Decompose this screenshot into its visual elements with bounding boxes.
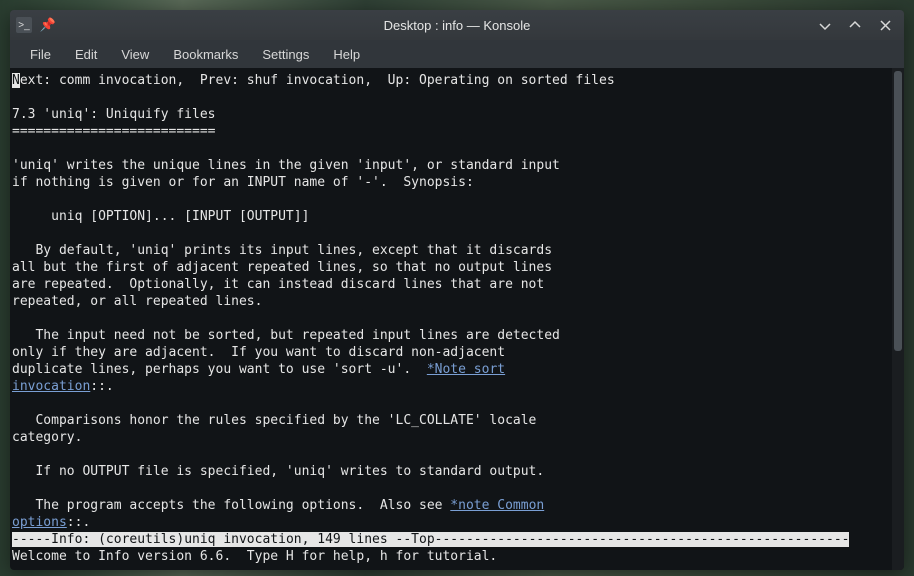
para-line: are repeated. Optionally, it can instead… [12, 277, 544, 292]
info-welcome-line: Welcome to Info version 6.6. Type H for … [12, 549, 497, 564]
menu-bookmarks[interactable]: Bookmarks [163, 43, 248, 66]
app-icon: >_ [16, 17, 32, 33]
maximize-button[interactable] [846, 16, 864, 34]
info-link-sort[interactable]: invocation [12, 379, 90, 394]
para-line: Comparisons honor the rules specified by… [12, 413, 536, 428]
info-link-common[interactable]: options [12, 515, 67, 530]
menubar: File Edit View Bookmarks Settings Help [10, 40, 904, 68]
para-line: By default, 'uniq' prints its input line… [12, 243, 552, 258]
cursor: N [12, 73, 20, 88]
window-title: Desktop : info — Konsole [384, 18, 531, 33]
menu-settings[interactable]: Settings [252, 43, 319, 66]
para-line: if nothing is given or for an INPUT name… [12, 175, 474, 190]
synopsis-line: uniq [OPTION]... [INPUT [OUTPUT]] [12, 209, 309, 224]
section-heading: 7.3 'uniq': Uniquify files [12, 107, 216, 122]
para-line: all but the first of adjacent repeated l… [12, 260, 552, 275]
minimize-button[interactable] [816, 16, 834, 34]
para-line: duplicate lines, perhaps you want to use… [12, 362, 427, 377]
section-underline: ========================== [12, 124, 216, 139]
para-line: only if they are adjacent. If you want t… [12, 345, 505, 360]
menu-file[interactable]: File [20, 43, 61, 66]
info-link-sort[interactable]: *Note sort [427, 362, 505, 377]
close-button[interactable] [876, 16, 894, 34]
para-line: repeated, or all repeated lines. [12, 294, 262, 309]
menu-help[interactable]: Help [323, 43, 370, 66]
konsole-window: >_ 📌 Desktop : info — Konsole File Edit … [10, 10, 904, 570]
info-status-line: -----Info: (coreutils)uniq invocation, 1… [12, 532, 849, 547]
titlebar[interactable]: >_ 📌 Desktop : info — Konsole [10, 10, 904, 40]
menu-edit[interactable]: Edit [65, 43, 107, 66]
scrollbar-thumb[interactable] [894, 71, 902, 351]
scrollbar[interactable] [892, 68, 904, 570]
pin-icon[interactable]: 📌 [40, 17, 56, 33]
info-link-common[interactable]: *note Common [450, 498, 544, 513]
nav-line: ext: comm invocation, Prev: shuf invocat… [20, 73, 615, 88]
terminal-content[interactable]: Next: comm invocation, Prev: shuf invoca… [10, 68, 892, 570]
terminal-area: Next: comm invocation, Prev: shuf invoca… [10, 68, 904, 570]
para-line: If no OUTPUT file is specified, 'uniq' w… [12, 464, 544, 479]
para-line: ::. [67, 515, 90, 530]
para-line: The program accepts the following option… [12, 498, 450, 513]
para-line: category. [12, 430, 82, 445]
titlebar-left: >_ 📌 [16, 17, 56, 33]
para-line: The input need not be sorted, but repeat… [12, 328, 560, 343]
para-line: 'uniq' writes the unique lines in the gi… [12, 158, 560, 173]
menu-view[interactable]: View [111, 43, 159, 66]
window-controls [816, 16, 898, 34]
para-line: ::. [90, 379, 113, 394]
